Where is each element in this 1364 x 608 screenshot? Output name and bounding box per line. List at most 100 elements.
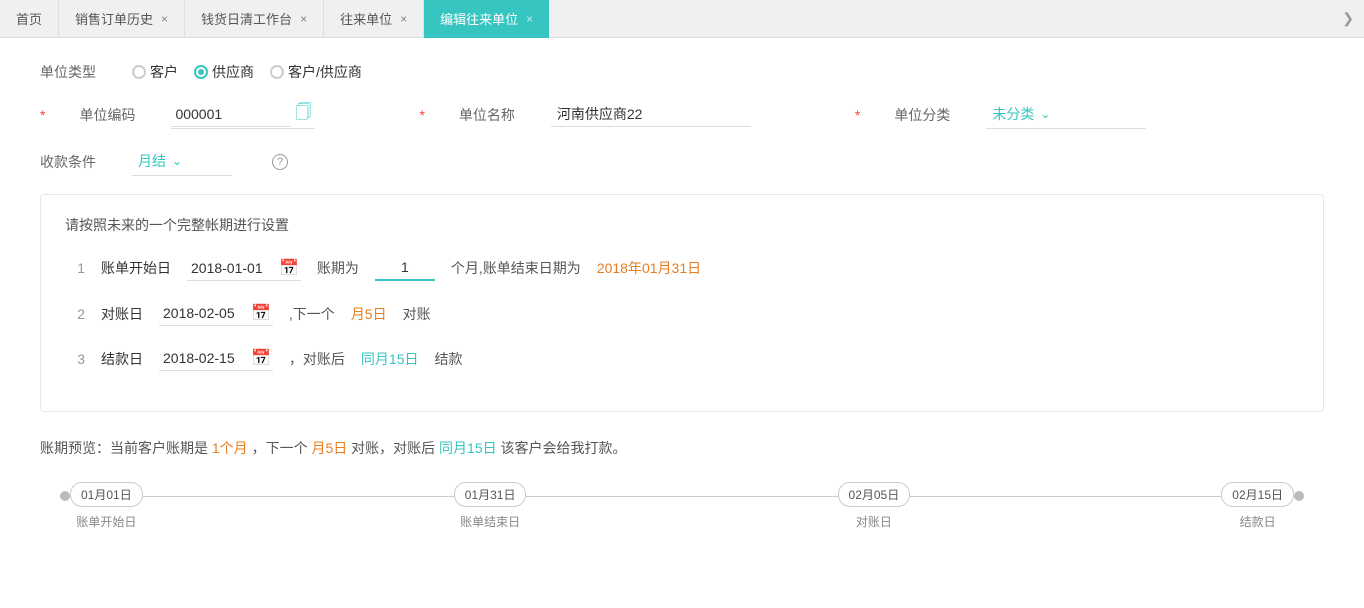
preview-suffix: 该客户会给我打款。 [501,440,627,456]
unit-name-label: 单位名称 [459,105,519,125]
billing-start-date-wrap: 📅 [187,256,301,281]
unit-type-radio-group: 客户 供应商 客户/供应商 [132,62,362,82]
unit-code-input[interactable] [171,102,291,127]
timeline-end-dot [1294,482,1304,501]
payment-terms-value: 月结 [138,151,166,171]
preview-part2: 月5日 [311,440,347,456]
timeline-label-1: 账单开始日 [76,513,136,530]
unit-category-label: 单位分类 [894,105,954,125]
radio-customer-label: 客户 [150,62,178,82]
tab-home[interactable]: 首页 [0,0,59,38]
unit-code-copy-icon[interactable]: 🗍 [291,101,315,128]
row3-highlight: 同月15日 [361,349,419,369]
payment-terms-dropdown-icon: ⌄ [172,154,182,168]
timeline-badge-4: 02月15日 [1221,482,1294,507]
row1-suffix-after: 个月,账单结束日期为 [451,258,581,278]
unit-category-select[interactable]: 未分类 ⌄ [986,100,1146,129]
preview-prefix: 账期预览：当前客户账期是 [40,440,208,456]
timeline-badge-3: 02月05日 [838,482,911,507]
close-partner-tab-icon[interactable]: × [400,12,407,26]
radio-supplier[interactable]: 供应商 [194,62,254,82]
radio-both-circle [270,65,284,79]
timeline-label-4: 结款日 [1240,513,1276,530]
preview-text: 账期预览：当前客户账期是 1个月 ，下一个 月5日 对账，对账后 同月15日 该… [40,438,1324,458]
row2-num: 2 [65,306,85,322]
timeline-badge-1: 01月01日 [70,482,143,507]
unit-name-input[interactable] [551,102,751,127]
tab-sales-order-history[interactable]: 销售订单历史 × [59,0,185,38]
billing-start-date-input[interactable] [187,256,277,280]
row3-prefix: ，对账后 [289,349,345,369]
timeline-end-circle [1294,491,1304,501]
preview-part1: 1个月 [212,440,248,456]
timeline: 01月01日 账单开始日 01月31日 账单结束日 02月05日 对账日 02月… [40,482,1324,530]
preview-part3: 同月15日 [439,440,497,456]
preview-mid1: ，下一个 [252,440,308,456]
preview-mid2: 对账，对账后 [351,440,435,456]
tab-sales-label: 销售订单历史 [75,9,153,28]
timeline-label-2: 账单结束日 [460,513,520,530]
timeline-start-circle [60,491,70,501]
row2-suffix: 对账 [403,304,431,324]
reconciliation-date-wrap: 📅 [159,301,273,326]
timeline-badge-2: 01月31日 [454,482,527,507]
radio-both-label: 客户/供应商 [288,62,362,82]
payment-terms-row: 收款条件 月结 ⌄ ? [40,147,1324,176]
billing-end-date-highlight: 2018年01月31日 [597,258,701,278]
row1-num: 1 [65,260,85,276]
timeline-node-4: 02月15日 结款日 [1221,482,1294,530]
unit-code-label: 单位编码 [79,105,139,125]
tab-scroll-right-icon[interactable]: ❯ [1332,10,1364,27]
row3-num: 3 [65,351,85,367]
payment-date-input[interactable] [159,346,249,370]
radio-customer[interactable]: 客户 [132,62,178,82]
timeline-start-dot [60,482,70,501]
reconciliation-date-input[interactable] [159,301,249,325]
category-required: * [855,107,860,123]
row1-label: 账单开始日 [101,258,171,278]
tab-cash-label: 钱货日清工作台 [201,9,292,28]
payment-cal-icon[interactable]: 📅 [249,348,273,368]
timeline-node-1: 01月01日 账单开始日 [70,482,143,530]
period-months-input[interactable] [375,255,435,281]
tab-partner-label: 往来单位 [340,9,392,28]
category-dropdown-icon: ⌄ [1040,107,1050,121]
code-required: * [40,107,45,123]
unit-type-row: 单位类型 客户 供应商 客户/供应商 [40,62,1324,82]
billing-start-row: 1 账单开始日 📅 账期为 个月,账单结束日期为 2018年01月31日 [65,255,1299,281]
timeline-nodes: 01月01日 账单开始日 01月31日 账单结束日 02月05日 对账日 02月… [70,482,1294,530]
radio-both[interactable]: 客户/供应商 [270,62,362,82]
page-content: 单位类型 客户 供应商 客户/供应商 * 单位编码 🗍 * 单位名称 [0,38,1364,608]
unit-type-label: 单位类型 [40,62,100,82]
timeline-node-3: 02月05日 对账日 [838,482,911,530]
payment-terms-select[interactable]: 月结 ⌄ [132,147,232,176]
timeline-label-3: 对账日 [856,513,892,530]
row3-label: 结款日 [101,349,143,369]
tabs-bar: 首页 销售订单历史 × 钱货日清工作台 × 往来单位 × 编辑往来单位 × ❯ [0,0,1364,38]
unit-info-row: * 单位编码 🗍 * 单位名称 * 单位分类 未分类 ⌄ [40,100,1324,129]
radio-customer-circle [132,65,146,79]
unit-code-field-wrap: 🗍 [171,101,315,129]
tab-cash-ledger[interactable]: 钱货日清工作台 × [185,0,324,38]
help-icon[interactable]: ? [272,154,288,170]
close-cash-tab-icon[interactable]: × [300,12,307,26]
reconciliation-cal-icon[interactable]: 📅 [249,303,273,323]
radio-supplier-circle [194,65,208,79]
billing-start-cal-icon[interactable]: 📅 [277,258,301,278]
row3-suffix: 结款 [435,349,463,369]
tab-edit-partner-label: 编辑往来单位 [440,9,518,28]
payment-terms-label: 收款条件 [40,152,100,172]
tab-home-label: 首页 [16,9,42,28]
payment-date-wrap: 📅 [159,346,273,371]
close-sales-tab-icon[interactable]: × [161,12,168,26]
radio-supplier-label: 供应商 [212,62,254,82]
tab-edit-partner[interactable]: 编辑往来单位 × [424,0,549,38]
payment-date-row: 3 结款日 📅 ，对账后 同月15日 结款 [65,346,1299,371]
row2-highlight: 月5日 [351,304,387,324]
billing-period-section: 请按照未来的一个完整帐期进行设置 1 账单开始日 📅 账期为 个月,账单结束日期… [40,194,1324,412]
close-edit-partner-tab-icon[interactable]: × [526,12,533,26]
preview-section: 账期预览：当前客户账期是 1个月 ，下一个 月5日 对账，对账后 同月15日 该… [40,428,1324,550]
tab-partner[interactable]: 往来单位 × [324,0,424,38]
row2-label: 对账日 [101,304,143,324]
name-required: * [419,107,424,123]
